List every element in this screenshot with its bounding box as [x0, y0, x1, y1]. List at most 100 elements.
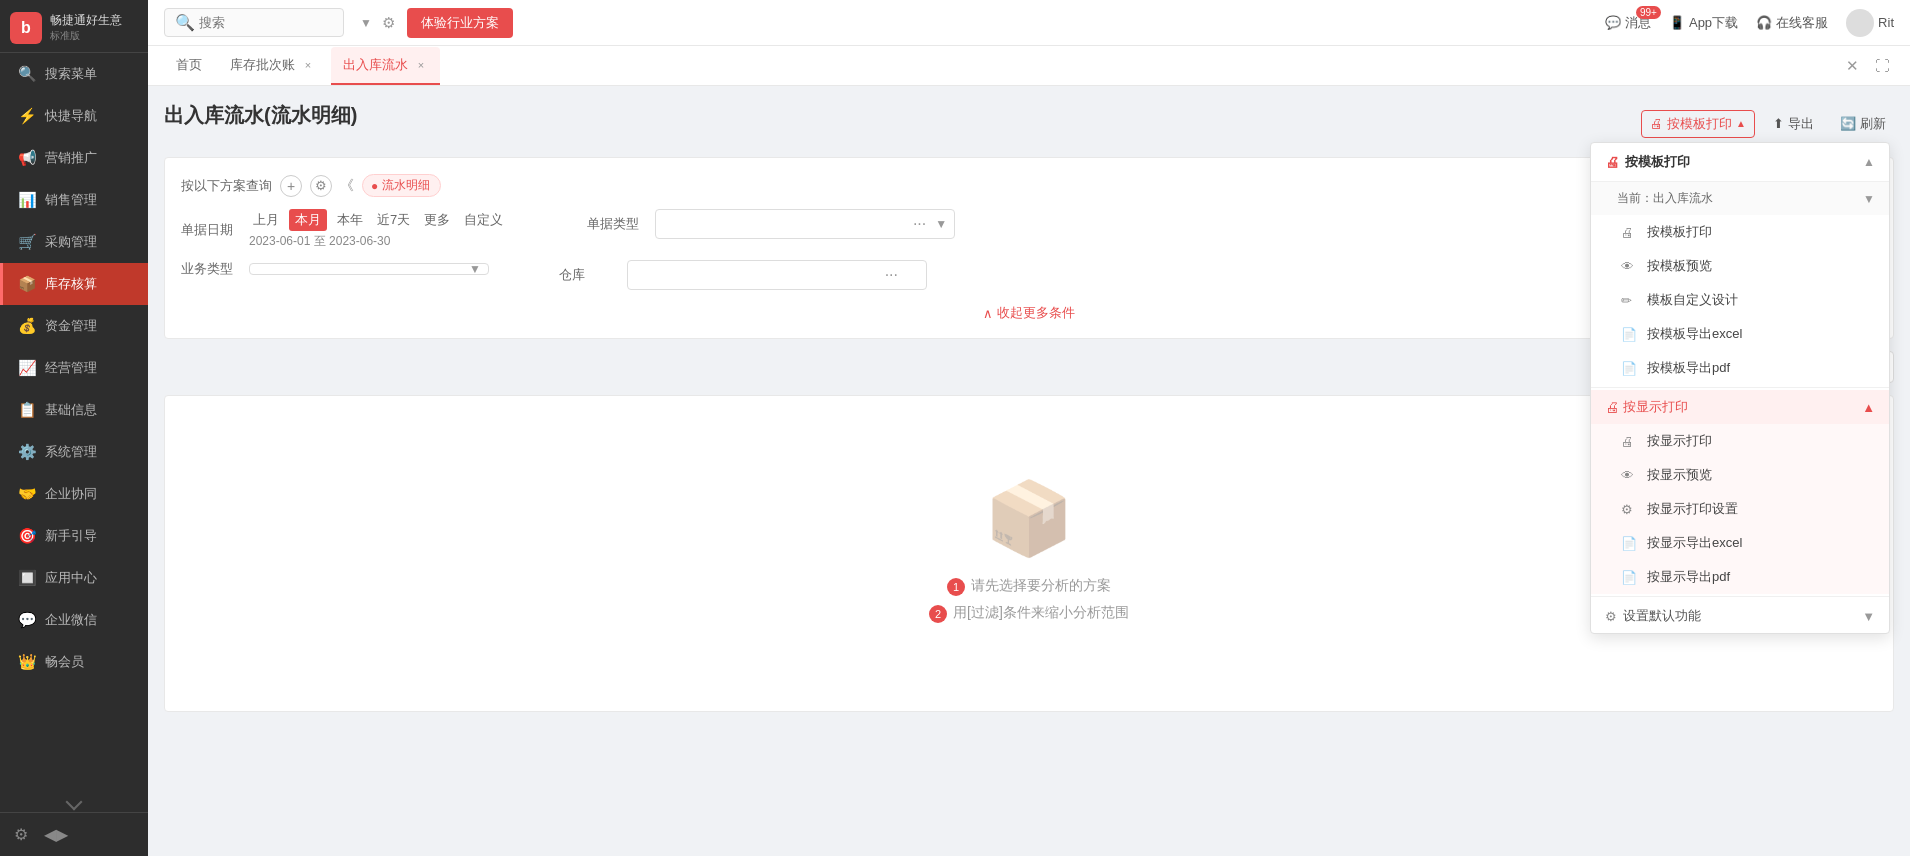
empty-hint-1: 1 请先选择要分析的方案: [947, 577, 1111, 596]
tab-batch[interactable]: 库存批次账 ×: [218, 47, 327, 85]
receipt-type-select[interactable]: ···: [655, 209, 955, 239]
sidebar-item-enterprise[interactable]: 🤝 企业协同: [0, 473, 148, 515]
dp-item-label: 按模板导出pdf: [1647, 359, 1730, 377]
chevron-down-icon[interactable]: ▼: [360, 16, 372, 30]
sidebar-item-search[interactable]: 🔍 搜索菜单: [0, 53, 148, 95]
dp-header-label: 按模板打印: [1625, 153, 1690, 171]
collapse-btn[interactable]: ∧ 收起更多条件: [983, 304, 1075, 322]
basic-icon: 📋: [17, 400, 37, 420]
sidebar-nav: 🔍 搜索菜单 ⚡ 快捷导航 📢 营销推广 📊 销售管理 🛒 采购管理 📦 库存核…: [0, 53, 148, 790]
date-option-this-month[interactable]: 本月: [289, 209, 327, 231]
date-option-7days[interactable]: 近7天: [373, 209, 414, 231]
active-filter-tag[interactable]: ● 流水明细: [362, 174, 441, 197]
sidebar-settings-icon[interactable]: ⚙: [14, 825, 28, 844]
message-badge: 99+: [1636, 6, 1661, 19]
dp-item-display-preview[interactable]: 👁 按显示预览: [1591, 458, 1889, 492]
tab-close-all-icon[interactable]: ✕: [1842, 53, 1863, 79]
dp-item-label: 模板自定义设计: [1647, 291, 1738, 309]
sidebar-item-sales[interactable]: 📊 销售管理: [0, 179, 148, 221]
enterprise-icon: 🤝: [17, 484, 37, 504]
more-dots-icon[interactable]: ···: [913, 215, 926, 233]
biz-type-select[interactable]: [249, 263, 489, 275]
sidebar-item-basic[interactable]: 📋 基础信息: [0, 389, 148, 431]
finance-icon: 💰: [17, 316, 37, 336]
dp-current-template: 当前：出入库流水 ▼: [1591, 182, 1889, 215]
warehouse-select[interactable]: ···: [627, 260, 927, 290]
sidebar-item-finance[interactable]: 💰 资金管理: [0, 305, 148, 347]
date-option-custom[interactable]: 自定义: [460, 209, 507, 231]
tabbar-right-actions: ✕ ⛶: [1842, 53, 1894, 79]
eye-icon: 👁: [1621, 259, 1639, 274]
message-btn[interactable]: 💬 消息 99+: [1605, 14, 1651, 32]
dp-footer[interactable]: ⚙ 设置默认功能 ▼: [1591, 599, 1889, 633]
filter-title: 按以下方案查询: [181, 177, 272, 195]
hint-num-1: 1: [947, 578, 965, 596]
search-icon: 🔍: [175, 13, 195, 32]
sidebar-item-operations[interactable]: 📈 经营管理: [0, 347, 148, 389]
operations-icon: 📈: [17, 358, 37, 378]
chevron-down-icon: ▼: [469, 262, 481, 276]
filter-collapse-arrow[interactable]: 《: [340, 177, 354, 195]
dp-item-display-print[interactable]: 🖨 按显示打印: [1591, 424, 1889, 458]
dp-active-section-header[interactable]: 🖨 按显示打印 ▲: [1591, 390, 1889, 424]
online-service-btn[interactable]: 🎧 在线客服: [1756, 14, 1828, 32]
sidebar-item-system[interactable]: ⚙️ 系统管理: [0, 431, 148, 473]
sidebar-item-quick-nav[interactable]: ⚡ 快捷导航: [0, 95, 148, 137]
pdf-icon: 📄: [1621, 361, 1639, 376]
sidebar-item-vip[interactable]: 👑 畅会员: [0, 641, 148, 683]
dp-item-template-preview[interactable]: 👁 按模板预览: [1591, 249, 1889, 283]
topbar-search-box[interactable]: 🔍: [164, 8, 344, 37]
date-option-this-year[interactable]: 本年: [333, 209, 367, 231]
dp-item-display-export-pdf[interactable]: 📄 按显示导出pdf: [1591, 560, 1889, 594]
sidebar-item-label: 搜索菜单: [45, 65, 97, 83]
industry-btn[interactable]: 体验行业方案: [407, 8, 513, 38]
search-input[interactable]: [199, 15, 319, 30]
dp-item-template-export-excel[interactable]: 📄 按模板导出excel: [1591, 317, 1889, 351]
date-option-prev-month[interactable]: 上月: [249, 209, 283, 231]
sidebar-collapse-icon[interactable]: ◀▶: [44, 825, 68, 844]
tab-expand-icon[interactable]: ⛶: [1871, 53, 1894, 78]
collapse-label: 收起更多条件: [997, 304, 1075, 322]
sidebar-item-inventory[interactable]: 📦 库存核算: [0, 263, 148, 305]
dp-item-display-export-excel[interactable]: 📄 按显示导出excel: [1591, 526, 1889, 560]
app-version: 标准版: [50, 29, 122, 43]
hint-text-1: 请先选择要分析的方案: [971, 577, 1111, 595]
tab-inout-flow-close[interactable]: ×: [414, 58, 428, 72]
print-template-btn[interactable]: 🖨 按模板打印 ▲: [1641, 110, 1755, 138]
dp-item-template-print[interactable]: 🖨 按模板打印: [1591, 215, 1889, 249]
export-btn[interactable]: ⬆ 导出: [1765, 111, 1822, 137]
sidebar: b 畅捷通好生意 标准版 🔍 搜索菜单 ⚡ 快捷导航 📢 营销推广 📊 销售管理…: [0, 0, 148, 856]
sidebar-item-label: 资金管理: [45, 317, 97, 335]
dp-item-template-export-pdf[interactable]: 📄 按模板导出pdf: [1591, 351, 1889, 385]
refresh-btn[interactable]: 🔄 刷新: [1832, 111, 1894, 137]
sidebar-item-guide[interactable]: 🎯 新手引导: [0, 515, 148, 557]
gear-icon[interactable]: ⚙: [382, 14, 395, 32]
sidebar-item-purchase[interactable]: 🛒 采购管理: [0, 221, 148, 263]
dp-divider-2: [1591, 596, 1889, 597]
tab-batch-close[interactable]: ×: [301, 58, 315, 72]
empty-state: 📦 1 请先选择要分析的方案 2 用[过滤]条件来缩小分析范围: [909, 396, 1149, 711]
more-dots-icon[interactable]: ···: [885, 266, 898, 284]
sidebar-item-app-center[interactable]: 🔲 应用中心: [0, 557, 148, 599]
user-profile[interactable]: Rit: [1846, 9, 1894, 37]
sidebar-item-label: 采购管理: [45, 233, 97, 251]
dp-collapse-arrow[interactable]: ▲: [1863, 155, 1875, 169]
tab-inout-flow[interactable]: 出入库流水 ×: [331, 47, 440, 85]
sidebar-item-wechat[interactable]: 💬 企业微信: [0, 599, 148, 641]
tab-home[interactable]: 首页: [164, 47, 214, 85]
inventory-icon: 📦: [17, 274, 37, 294]
warehouse-label: 仓库: [559, 266, 619, 284]
marketing-icon: 📢: [17, 148, 37, 168]
export-icon: ⬆: [1773, 116, 1784, 131]
dp-header[interactable]: 🖨 按模板打印 ▲: [1591, 143, 1889, 182]
date-option-more[interactable]: 更多: [420, 209, 454, 231]
filter-add-btn[interactable]: +: [280, 175, 302, 197]
filter-settings-btn[interactable]: ⚙: [310, 175, 332, 197]
gear-icon: ⚙: [1621, 502, 1639, 517]
dp-active-section-label: 按显示打印: [1623, 398, 1688, 416]
dp-item-template-custom[interactable]: ✏ 模板自定义设计: [1591, 283, 1889, 317]
dp-item-display-print-settings[interactable]: ⚙ 按显示打印设置: [1591, 492, 1889, 526]
avatar: [1846, 9, 1874, 37]
sidebar-item-marketing[interactable]: 📢 营销推广: [0, 137, 148, 179]
app-download-btn[interactable]: 📱 App下载: [1669, 14, 1738, 32]
